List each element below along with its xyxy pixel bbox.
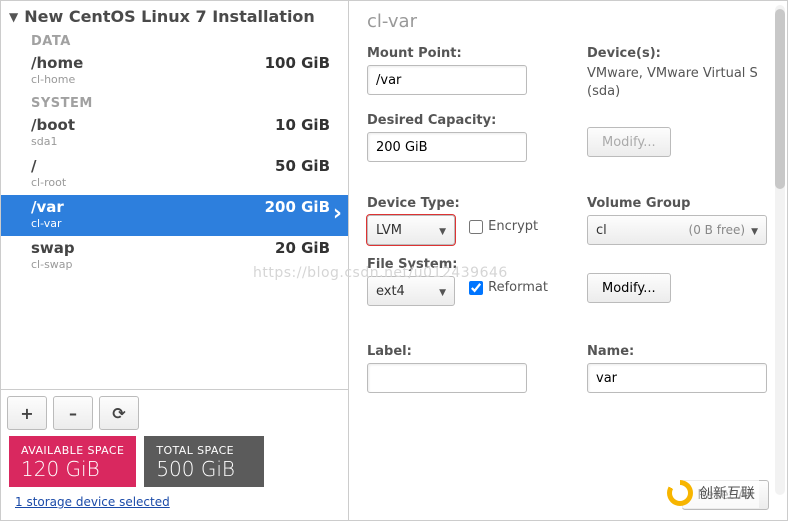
logo-icon: [667, 480, 693, 506]
expand-icon: ▼: [9, 10, 18, 24]
label-label: Label:: [367, 344, 567, 359]
logo-overlay: 创新互联: [663, 478, 759, 508]
name-label: Name:: [587, 344, 769, 359]
mount-device: cl-swap: [31, 258, 330, 271]
installation-title: New CentOS Linux 7 Installation: [24, 7, 315, 26]
mount-size: 100 GiB: [265, 54, 330, 72]
devices-text: VMware, VMware Virtual S (sda): [587, 65, 769, 101]
scrollbar[interactable]: [775, 5, 785, 495]
mount-device: cl-home: [31, 73, 330, 86]
mount-row-swap[interactable]: swap 20 GiB cl-swap: [1, 236, 348, 277]
available-space-label: AVAILABLE SPACE: [21, 444, 124, 457]
device-type-dropdown[interactable]: LVM: [367, 215, 455, 245]
right-title: cl-var: [367, 11, 769, 32]
device-type-value: LVM: [376, 223, 402, 238]
total-space-box: TOTAL SPACE 500 GiB: [144, 436, 264, 487]
chevron-down-icon: [433, 223, 446, 238]
chevron-down-icon: [745, 223, 758, 238]
available-space-box: AVAILABLE SPACE 120 GiB: [9, 436, 136, 487]
total-space-label: TOTAL SPACE: [156, 444, 252, 457]
chevron-down-icon: [433, 284, 446, 299]
mount-point: swap: [31, 239, 75, 257]
devices-label: Device(s):: [587, 46, 769, 61]
vg-name: cl: [596, 223, 607, 238]
mount-row-var[interactable]: /var 200 GiB cl-var: [1, 195, 348, 236]
section-data-label: DATA: [1, 30, 348, 51]
name-input[interactable]: [587, 363, 767, 393]
desired-capacity-input[interactable]: [367, 132, 527, 162]
volume-group-label: Volume Group: [587, 196, 769, 211]
mount-device: sda1: [31, 135, 330, 148]
scrollbar-thumb[interactable]: [775, 9, 785, 189]
available-space-value: 120 GiB: [21, 457, 124, 481]
mount-size: 10 GiB: [275, 116, 330, 134]
section-system-label: SYSTEM: [1, 92, 348, 113]
reformat-checkbox[interactable]: [469, 281, 483, 295]
mount-row-home[interactable]: /home 100 GiB cl-home: [1, 51, 348, 92]
label-input[interactable]: [367, 363, 527, 393]
mount-row-boot[interactable]: /boot 10 GiB sda1: [1, 113, 348, 154]
logo-text: 创新互联: [699, 483, 755, 503]
mount-size: 20 GiB: [275, 239, 330, 257]
file-system-dropdown[interactable]: ext4: [367, 276, 455, 306]
encrypt-checkbox[interactable]: [469, 220, 483, 234]
installation-title-row[interactable]: ▼ New CentOS Linux 7 Installation: [1, 1, 348, 30]
mount-point: /var: [31, 198, 64, 216]
right-pane: cl-var Mount Point: Device(s): VMware, V…: [349, 1, 787, 520]
mount-device: cl-root: [31, 176, 330, 189]
volume-group-dropdown[interactable]: cl (0 B free): [587, 215, 767, 245]
encrypt-label: Encrypt: [488, 219, 538, 234]
mount-row-root[interactable]: / 50 GiB cl-root: [1, 154, 348, 195]
mount-device: cl-var: [31, 217, 330, 230]
add-mount-button[interactable]: +: [7, 396, 47, 430]
remove-mount-button[interactable]: –: [53, 396, 93, 430]
file-system-label: File System:: [367, 257, 567, 272]
storage-devices-link[interactable]: 1 storage device selected: [15, 495, 170, 509]
desired-capacity-label: Desired Capacity:: [367, 113, 567, 128]
mount-point: /: [31, 157, 36, 175]
left-pane: ▼ New CentOS Linux 7 Installation DATA /…: [1, 1, 349, 520]
mount-point: /boot: [31, 116, 75, 134]
modify-vg-button[interactable]: Modify...: [587, 273, 671, 303]
vg-free: (0 B free): [689, 223, 746, 237]
modify-devices-button[interactable]: Modify...: [587, 127, 671, 157]
reformat-label: Reformat: [488, 280, 548, 295]
left-toolbar: + – ⟳: [1, 389, 348, 436]
mount-point-input[interactable]: [367, 65, 527, 95]
file-system-value: ext4: [376, 284, 405, 299]
device-type-label: Device Type:: [367, 196, 567, 211]
total-space-value: 500 GiB: [156, 457, 252, 481]
mount-point-label: Mount Point:: [367, 46, 567, 61]
space-summary: AVAILABLE SPACE 120 GiB TOTAL SPACE 500 …: [1, 436, 348, 487]
storage-link-row: 1 storage device selected: [1, 487, 348, 520]
mount-size: 50 GiB: [275, 157, 330, 175]
mount-point: /home: [31, 54, 83, 72]
reload-button[interactable]: ⟳: [99, 396, 139, 430]
mount-size: 200 GiB: [265, 198, 330, 216]
